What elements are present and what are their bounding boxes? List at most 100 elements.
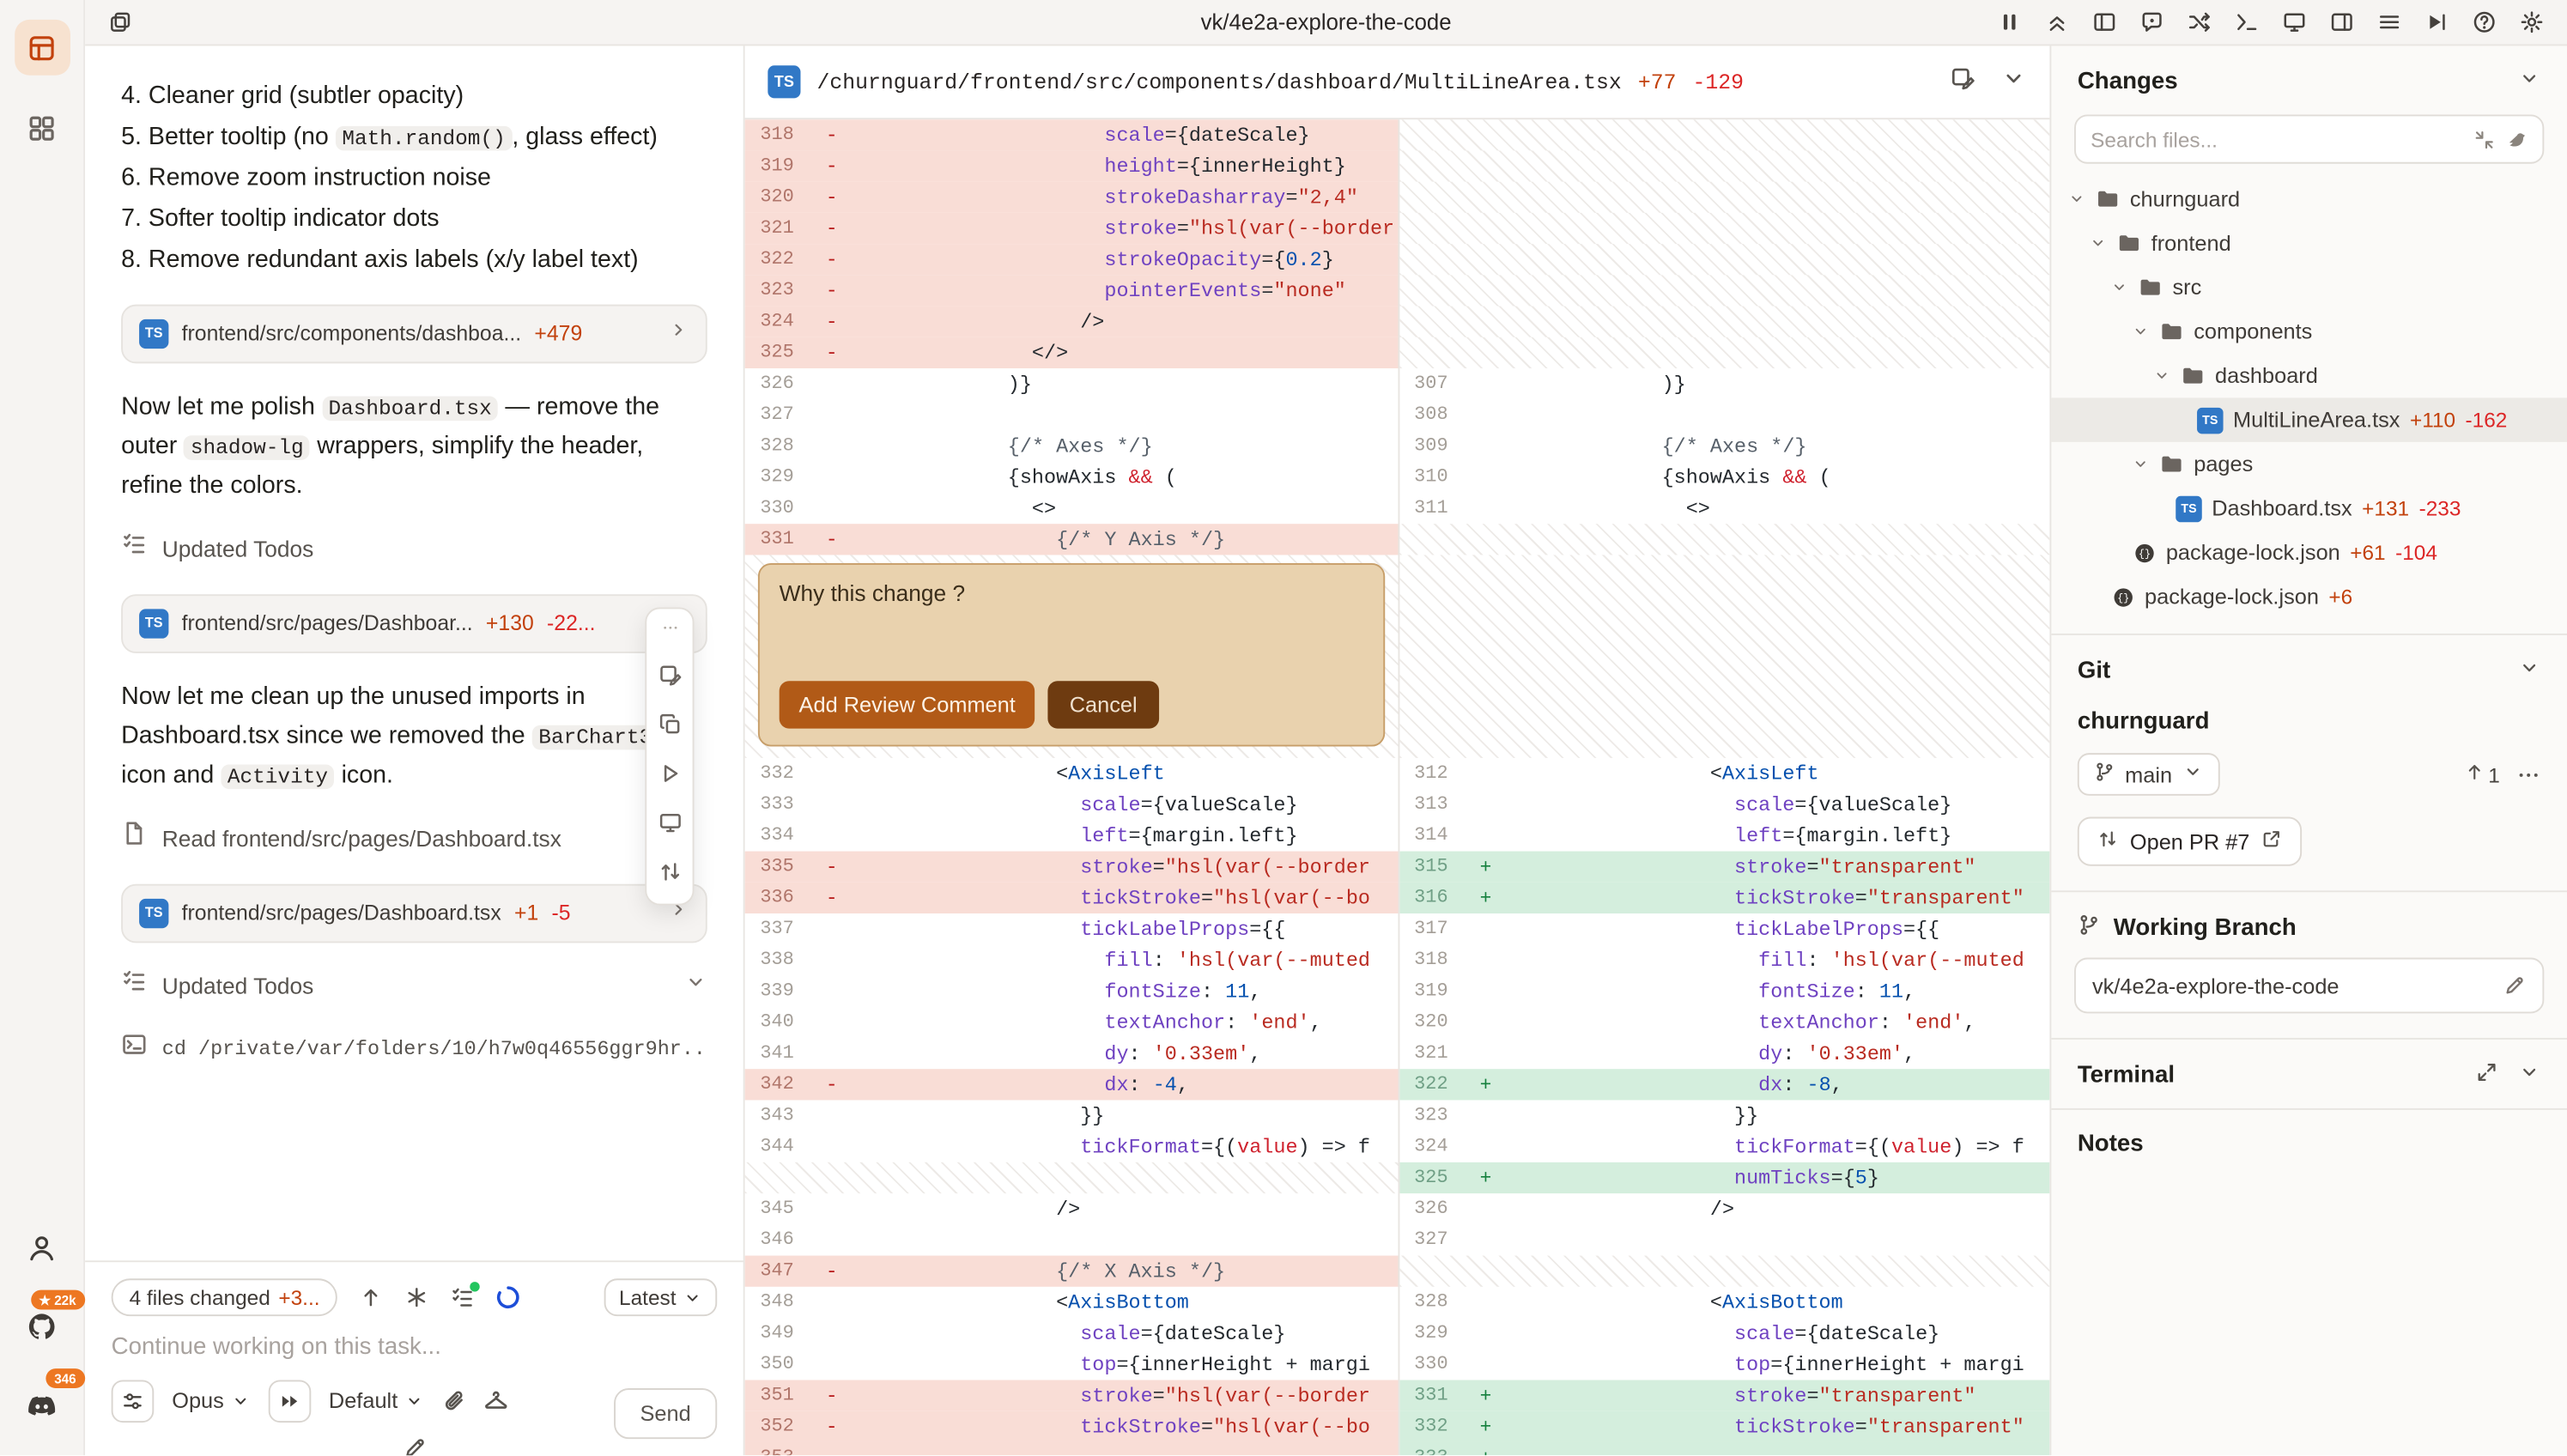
annotate-icon[interactable] — [1950, 64, 1976, 99]
diff-line[interactable]: 339 fontSize: 11, — [745, 976, 1398, 1007]
diff-line[interactable]: 343 }} — [745, 1100, 1398, 1131]
tree-folder-dashboard[interactable]: dashboard — [2051, 354, 2567, 397]
chevron-down-icon[interactable] — [2518, 657, 2541, 686]
tool-row[interactable]: cd /private/var/folders/10/h7w0q46556ggr… — [121, 1032, 707, 1070]
tree-folder-pages[interactable]: pages — [2051, 442, 2567, 486]
diff-line[interactable]: 324- /> — [745, 306, 1398, 337]
pause-icon[interactable] — [1997, 9, 2022, 34]
chat-bubble-icon[interactable] — [2139, 9, 2164, 34]
diff-line[interactable]: 307 )} — [1399, 368, 2049, 399]
drag-handle-icon[interactable] — [659, 617, 681, 646]
diff-line[interactable]: 331- {/* Y Axis */} — [745, 524, 1398, 555]
diff-line[interactable]: 332+ tickStroke="transparent" — [1399, 1411, 2049, 1442]
diff-line[interactable]: 326 /> — [1399, 1193, 2049, 1224]
rail-workspace-button[interactable] — [14, 20, 70, 76]
model-dropdown[interactable]: Opus — [168, 1381, 253, 1419]
windows-icon[interactable] — [108, 9, 133, 34]
diff-line[interactable]: 323 }} — [1399, 1100, 2049, 1131]
collapse-tree-icon[interactable] — [2473, 129, 2495, 150]
file-change-chip[interactable]: TSfrontend/src/pages/Dashboar...+130-22.… — [121, 594, 707, 653]
settings-sliders-button[interactable] — [112, 1380, 155, 1423]
shuffle-icon[interactable] — [2188, 9, 2212, 34]
diff-line[interactable]: 323- pointerEvents="none" — [745, 275, 1398, 306]
attach-paperclip-icon[interactable] — [442, 1387, 469, 1414]
chat-input[interactable] — [85, 1329, 743, 1372]
diff-line[interactable]: 336- tickStroke="hsl(var(--bo — [745, 883, 1398, 913]
collapse-up-icon[interactable] — [2045, 9, 2070, 34]
working-branch-input[interactable] — [2092, 974, 2490, 998]
diff-line[interactable]: 321 dy: '0.33em', — [1399, 1038, 2049, 1069]
diff-line[interactable]: 312 <AxisLeft — [1399, 758, 2049, 789]
file-change-chip[interactable]: TSfrontend/src/pages/Dashboard.tsx+1-5 — [121, 884, 707, 943]
next-icon[interactable] — [2424, 9, 2449, 34]
diff-line[interactable]: 329 {showAxis && ( — [745, 462, 1398, 493]
diff-line[interactable]: 337 tickLabelProps={{ — [745, 913, 1398, 944]
settings-gear-icon[interactable] — [2520, 9, 2545, 34]
cancel-button[interactable]: Cancel — [1048, 681, 1159, 728]
tool-row[interactable]: Read frontend/src/pages/Dashboard.tsx — [121, 820, 707, 858]
diff-line[interactable]: 344 tickFormat={(value) => f — [745, 1131, 1398, 1162]
diff-line[interactable]: 341 dy: '0.33em', — [745, 1038, 1398, 1069]
diff-line[interactable]: 310 {showAxis && ( — [1399, 462, 2049, 493]
diff-line[interactable]: 327 — [745, 399, 1398, 430]
menu-icon[interactable] — [2377, 9, 2402, 34]
diff-line[interactable]: 352- tickStroke="hsl(var(--bo — [745, 1411, 1398, 1442]
diff-line[interactable]: 350 top={innerHeight + margi — [745, 1349, 1398, 1380]
diff-line[interactable]: 308 — [1399, 399, 2049, 430]
todos-status-icon[interactable] — [451, 1285, 476, 1310]
diff-line[interactable]: 325+ numTicks={5} — [1399, 1162, 2049, 1193]
diff-line[interactable]: 330 top={innerHeight + margi — [1399, 1349, 2049, 1380]
diff-line[interactable]: 333+ — [1399, 1442, 2049, 1455]
monitor-icon[interactable] — [2282, 9, 2307, 34]
send-button[interactable]: Send — [614, 1388, 717, 1439]
diff-line[interactable]: 333 scale={valueScale} — [745, 789, 1398, 820]
diff-line[interactable]: 319 fontSize: 11, — [1399, 976, 2049, 1007]
diff-line[interactable]: 351- stroke="hsl(var(--border — [745, 1380, 1398, 1411]
diff-line[interactable]: 315+ stroke="transparent" — [1399, 852, 2049, 883]
diff-line[interactable]: 320 textAnchor: 'end', — [1399, 1007, 2049, 1038]
more-menu-icon[interactable] — [2516, 762, 2541, 787]
diff-line[interactable]: 327 — [1399, 1224, 2049, 1255]
diff-line[interactable]: 345 /> — [745, 1193, 1398, 1224]
asterisk-icon[interactable] — [405, 1285, 430, 1310]
diff-line[interactable]: 324 tickFormat={(value) => f — [1399, 1131, 2049, 1162]
panel-right-icon[interactable] — [2330, 9, 2355, 34]
chevron-down-icon[interactable] — [2000, 64, 2027, 99]
files-changed-pill[interactable]: 4 files changed+3... — [112, 1278, 338, 1316]
rail-projects-button[interactable] — [14, 100, 70, 155]
copy-icon[interactable] — [658, 712, 683, 744]
branch-selector[interactable]: main — [2078, 753, 2220, 796]
diff-line[interactable]: 320- strokeDasharray="2,4" — [745, 182, 1398, 213]
diff-line[interactable]: 313 scale={valueScale} — [1399, 789, 2049, 820]
open-pr-button[interactable]: Open PR #7 — [2078, 817, 2303, 866]
diff-line[interactable]: 316+ tickStroke="transparent" — [1399, 883, 2049, 913]
diff-line[interactable]: 314 left={margin.left} — [1399, 820, 2049, 851]
tree-folder-components[interactable]: components — [2051, 309, 2567, 353]
tree-file-package-lock.json[interactable]: {}package-lock.json+6 — [2051, 574, 2567, 618]
rail-discord-button[interactable]: 346 — [17, 1380, 66, 1429]
tree-folder-src[interactable]: src — [2051, 265, 2567, 309]
diff-line[interactable]: 309 {/* Axes */} — [1399, 431, 2049, 462]
help-icon[interactable] — [2472, 9, 2497, 34]
chevron-down-icon[interactable] — [684, 968, 707, 1004]
diff-line[interactable]: 318- scale={dateScale} — [745, 119, 1398, 150]
file-change-chip[interactable]: TSfrontend/src/components/dashboa...+479 — [121, 305, 707, 364]
diff-line[interactable]: 332 <AxisLeft — [745, 758, 1398, 789]
diff-line[interactable]: 321- stroke="hsl(var(--border — [745, 213, 1398, 244]
diff-line[interactable]: 319- height={innerHeight} — [745, 150, 1398, 181]
diff-line[interactable]: 346 — [745, 1224, 1398, 1255]
swap-icon[interactable] — [658, 859, 683, 892]
monitor-icon[interactable] — [658, 810, 683, 843]
panel-left-icon[interactable] — [2092, 9, 2117, 34]
chevron-down-icon[interactable] — [2518, 1061, 2541, 1090]
tree-file-Dashboard.tsx[interactable]: TSDashboard.tsx+131-233 — [2051, 486, 2567, 530]
chevron-down-icon[interactable] — [2518, 67, 2541, 96]
diff-line[interactable]: 322+ dx: -8, — [1399, 1069, 2049, 1100]
tree-file-MultiLineArea.tsx[interactable]: TSMultiLineArea.tsx+110-162 — [2051, 397, 2567, 441]
ahead-count[interactable]: 1 — [2464, 761, 2500, 788]
rail-github-button[interactable]: ★ 22k — [17, 1301, 66, 1350]
diff-line[interactable]: 335- stroke="hsl(var(--border — [745, 852, 1398, 883]
add-review-comment-button[interactable]: Add Review Comment — [780, 681, 1035, 728]
fast-forward-button[interactable] — [268, 1380, 311, 1423]
diff-line[interactable]: 329 scale={dateScale} — [1399, 1318, 2049, 1349]
